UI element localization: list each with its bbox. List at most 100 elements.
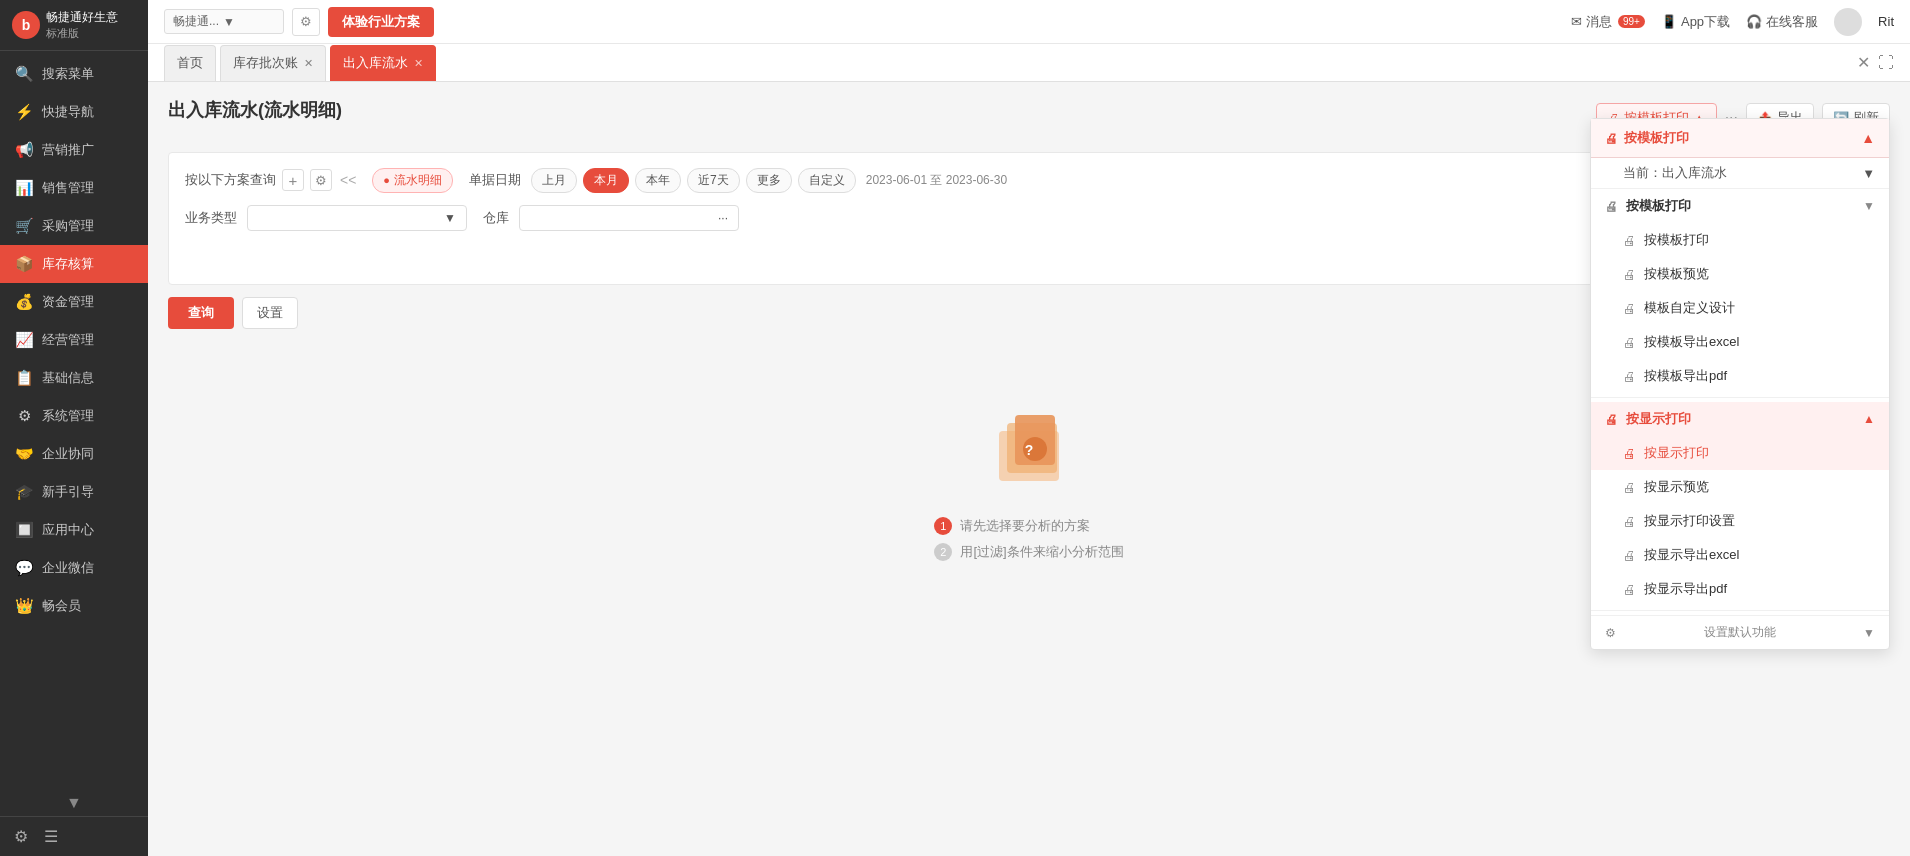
chevron-down-icon: ▼ <box>223 15 235 29</box>
sidebar-icon-vip: 👑 <box>14 596 34 616</box>
filter-label: 按以下方案查询 <box>185 171 276 189</box>
section-1-title: 🖨 按模板打印 <box>1605 197 1691 215</box>
main-area: 畅捷通... ▼ ⚙ 体验行业方案 ✉ 消息 99+ 📱 App下载 🎧 在线客… <box>148 0 1910 856</box>
dropdown-divider-2 <box>1591 610 1889 611</box>
dp-icon-s2: 🖨 <box>1623 514 1636 529</box>
date-chip-本年[interactable]: 本年 <box>635 168 681 193</box>
tab-maximize-button[interactable]: ⛶ <box>1878 54 1894 72</box>
online-service-button[interactable]: 🎧 在线客服 <box>1746 13 1818 31</box>
dropdown-header-arrow[interactable]: ▲ <box>1861 130 1875 146</box>
section-1-title-text: 按模板打印 <box>1626 197 1691 215</box>
date-chip-近7天[interactable]: 近7天 <box>687 168 740 193</box>
sidebar-icon-inventory: 📦 <box>14 254 34 274</box>
sidebar-item-enterprise-wechat[interactable]: 💬企业微信 <box>0 549 148 587</box>
date-chip-更多[interactable]: 更多 <box>746 168 792 193</box>
sidebar-item-sales[interactable]: 📊销售管理 <box>0 169 148 207</box>
tab-close-flow[interactable]: ✕ <box>414 57 423 70</box>
menu-icon[interactable]: ☰ <box>44 827 58 846</box>
trial-button[interactable]: 体验行业方案 <box>328 7 434 37</box>
dp-s1-item-按模板导出pdf[interactable]: 🖨按模板导出pdf <box>1591 359 1889 393</box>
dp-item-label: 模板自定义设计 <box>1644 299 1735 317</box>
dp-item-label: 按模板预览 <box>1644 265 1709 283</box>
dp-item-label: 按模板导出pdf <box>1644 367 1727 385</box>
dp-icon-s2: 🖨 <box>1623 582 1636 597</box>
sidebar-item-marketing[interactable]: 📢营销推广 <box>0 131 148 169</box>
set-button[interactable]: 设置 <box>242 297 298 329</box>
app-download-icon: 📱 <box>1661 14 1677 29</box>
dp-item-label: 按显示预览 <box>1644 478 1709 496</box>
sidebar-item-purchase[interactable]: 🛒采购管理 <box>0 207 148 245</box>
date-chip-上月[interactable]: 上月 <box>531 168 577 193</box>
dropdown-section-1-header[interactable]: 🖨 按模板打印 ▼ <box>1591 189 1889 223</box>
sidebar-item-vip[interactable]: 👑畅会员 <box>0 587 148 625</box>
sidebar-icon-enterprise: 🤝 <box>14 444 34 464</box>
dropdown-footer[interactable]: ⚙ 设置默认功能 ▼ <box>1591 615 1889 649</box>
tab-label-batch-account: 库存批次账 <box>233 54 298 72</box>
tab-flow[interactable]: 出入库流水✕ <box>330 45 436 81</box>
dp-s1-item-按模板打印[interactable]: 🖨按模板打印 <box>1591 223 1889 257</box>
dp-s2-item-按显示打印设置[interactable]: 🖨按显示打印设置 <box>1591 504 1889 538</box>
app-download-label: App下载 <box>1681 13 1730 31</box>
sidebar-icon-search: 🔍 <box>14 64 34 84</box>
dp-item-label: 按显示打印 <box>1644 444 1709 462</box>
sidebar-label-operations: 经营管理 <box>42 331 94 349</box>
footer-icon: ⚙ <box>1605 626 1616 640</box>
warehouse-section: 仓库 ··· <box>483 205 739 231</box>
scheme-settings-button[interactable]: ⚙ <box>310 169 332 191</box>
sidebar-icon-operations: 📈 <box>14 330 34 350</box>
sidebar-item-search[interactable]: 🔍搜索菜单 <box>0 55 148 93</box>
dp-s1-item-模板自定义设计[interactable]: 🖨模板自定义设计 <box>1591 291 1889 325</box>
message-badge: 99+ <box>1618 15 1645 28</box>
dropdown-current-item: 当前：出入库流水 ▼ <box>1591 158 1889 189</box>
date-chip-自定义[interactable]: 自定义 <box>798 168 856 193</box>
dp-s2-item-按显示导出pdf[interactable]: 🖨按显示导出pdf <box>1591 572 1889 606</box>
dp-s2-item-按显示预览[interactable]: 🖨按显示预览 <box>1591 470 1889 504</box>
sidebar-item-system[interactable]: ⚙系统管理 <box>0 397 148 435</box>
dp-s1-item-按模板导出excel[interactable]: 🖨按模板导出excel <box>1591 325 1889 359</box>
tab-close-full-button[interactable]: ✕ <box>1857 53 1870 72</box>
sidebar-item-enterprise[interactable]: 🤝企业协同 <box>0 435 148 473</box>
dp-s1-item-按模板预览[interactable]: 🖨按模板预览 <box>1591 257 1889 291</box>
topbar-left: 畅捷通... ▼ ⚙ 体验行业方案 <box>164 7 1559 37</box>
settings-icon[interactable]: ⚙ <box>14 827 28 846</box>
step-1-text: 请先选择要分析的方案 <box>960 517 1090 535</box>
user-avatar[interactable] <box>1834 8 1862 36</box>
tab-batch-account[interactable]: 库存批次账 ✕ <box>220 45 326 81</box>
sidebar-item-finance[interactable]: 💰资金管理 <box>0 283 148 321</box>
dp-s2-item-按显示打印[interactable]: 🖨按显示打印 <box>1591 436 1889 470</box>
sidebar-item-inventory[interactable]: 📦库存核算 <box>0 245 148 283</box>
topbar-settings-button[interactable]: ⚙ <box>292 8 320 36</box>
warehouse-input[interactable]: ··· <box>519 205 739 231</box>
collapse-sidebar-button[interactable]: << <box>340 172 356 188</box>
filter-scheme: 按以下方案查询 + ⚙ << <box>185 169 356 191</box>
date-chip-本月[interactable]: 本月 <box>583 168 629 193</box>
section-2-title-text: 按显示打印 <box>1626 410 1691 428</box>
sidebar: b 畅捷通好生意 标准版 🔍搜索菜单⚡快捷导航📢营销推广📊销售管理🛒采购管理📦库… <box>0 0 148 856</box>
user-selector[interactable]: 畅捷通... ▼ <box>164 9 284 34</box>
sidebar-scroll-down[interactable]: ▼ <box>0 790 148 816</box>
sidebar-item-app-center[interactable]: 🔲应用中心 <box>0 511 148 549</box>
dropdown-section-2-header[interactable]: 🖨 按显示打印 ▲ <box>1591 402 1889 436</box>
topbar-right: ✉ 消息 99+ 📱 App下载 🎧 在线客服 Rit <box>1571 8 1894 36</box>
empty-step-2: 2 用[过滤]条件来缩小分析范围 <box>934 543 1123 561</box>
current-item-arrow: ▼ <box>1862 166 1875 181</box>
sidebar-item-quick-nav[interactable]: ⚡快捷导航 <box>0 93 148 131</box>
sidebar-bottom: ⚙ ☰ <box>0 816 148 856</box>
sidebar-item-operations[interactable]: 📈 经营管理 <box>0 321 148 359</box>
warehouse-label: 仓库 <box>483 209 509 227</box>
section-2-arrow: ▲ <box>1863 412 1875 426</box>
user-selector-text: 畅捷通... <box>173 13 219 30</box>
dp-s2-item-按显示导出excel[interactable]: 🖨按显示导出excel <box>1591 538 1889 572</box>
filter-tag-icon: ● <box>383 174 390 186</box>
add-scheme-button[interactable]: + <box>282 169 304 191</box>
tab-close-batch-account[interactable]: ✕ <box>304 57 313 70</box>
sidebar-icon-finance: 💰 <box>14 292 34 312</box>
step-1-number: 1 <box>934 517 952 535</box>
business-type-input[interactable]: ▼ <box>247 205 467 231</box>
tab-home[interactable]: 首页 <box>164 45 216 81</box>
sidebar-item-basic-info[interactable]: 📋基础信息 <box>0 359 148 397</box>
sidebar-item-guide[interactable]: 🎓新手引导 <box>0 473 148 511</box>
query-button[interactable]: 查询 <box>168 297 234 329</box>
app-download-button[interactable]: 📱 App下载 <box>1661 13 1730 31</box>
message-button[interactable]: ✉ 消息 99+ <box>1571 13 1645 31</box>
